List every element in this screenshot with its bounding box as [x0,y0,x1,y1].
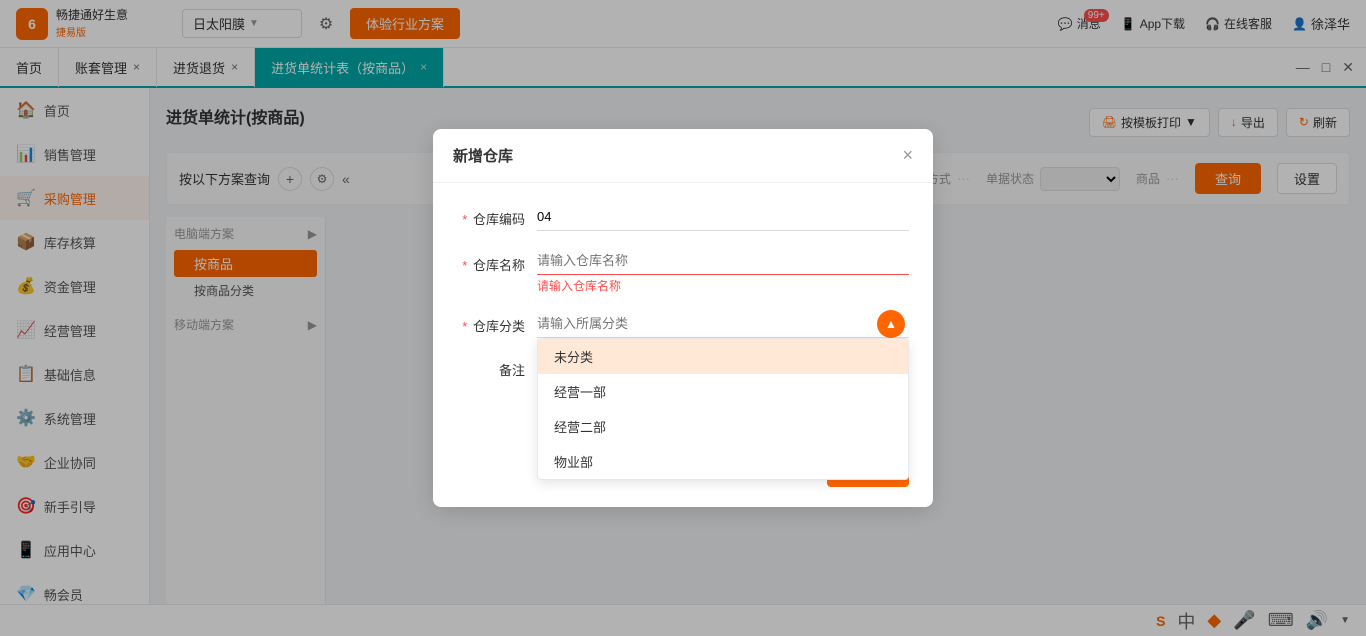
modal-header: 新增仓库 × [433,129,933,183]
name-field-row: * 仓库名称 请输入仓库名称 [457,247,909,294]
modal-close-button[interactable]: × [902,145,913,166]
code-input[interactable] [537,203,909,231]
dropdown-item-dept1[interactable]: 经营一部 [538,374,908,409]
category-field-row: * 仓库分类 ▲ 未分类 经营一部 经营二部 [457,310,909,338]
code-field-row: * 仓库编码 [457,203,909,231]
dropdown-item-dept3[interactable]: 物业部 [538,444,908,479]
category-toggle-button[interactable]: ▲ [877,310,905,338]
category-label: * 仓库分类 [457,310,537,335]
remark-label: 备注 [457,354,537,379]
name-input[interactable] [537,247,909,275]
category-input-wrap: ▲ 未分类 经营一部 经营二部 物业部 [537,310,909,338]
modal-body: * 仓库编码 * 仓库名称 请输入仓库名称 * 仓库分类 [433,183,933,440]
dropdown-item-dept2[interactable]: 经营二部 [538,409,908,444]
name-label: * 仓库名称 [457,249,537,274]
category-dropdown: 未分类 经营一部 经营二部 物业部 [537,338,909,480]
category-input[interactable] [537,310,909,338]
name-error-msg: 请输入仓库名称 [537,277,909,294]
modal-title: 新增仓库 [453,145,513,166]
code-label: * 仓库编码 [457,203,537,228]
new-warehouse-modal: 新增仓库 × * 仓库编码 * 仓库名称 请输入仓库名称 [433,129,933,507]
dropdown-item-uncategorized[interactable]: 未分类 [538,339,908,374]
